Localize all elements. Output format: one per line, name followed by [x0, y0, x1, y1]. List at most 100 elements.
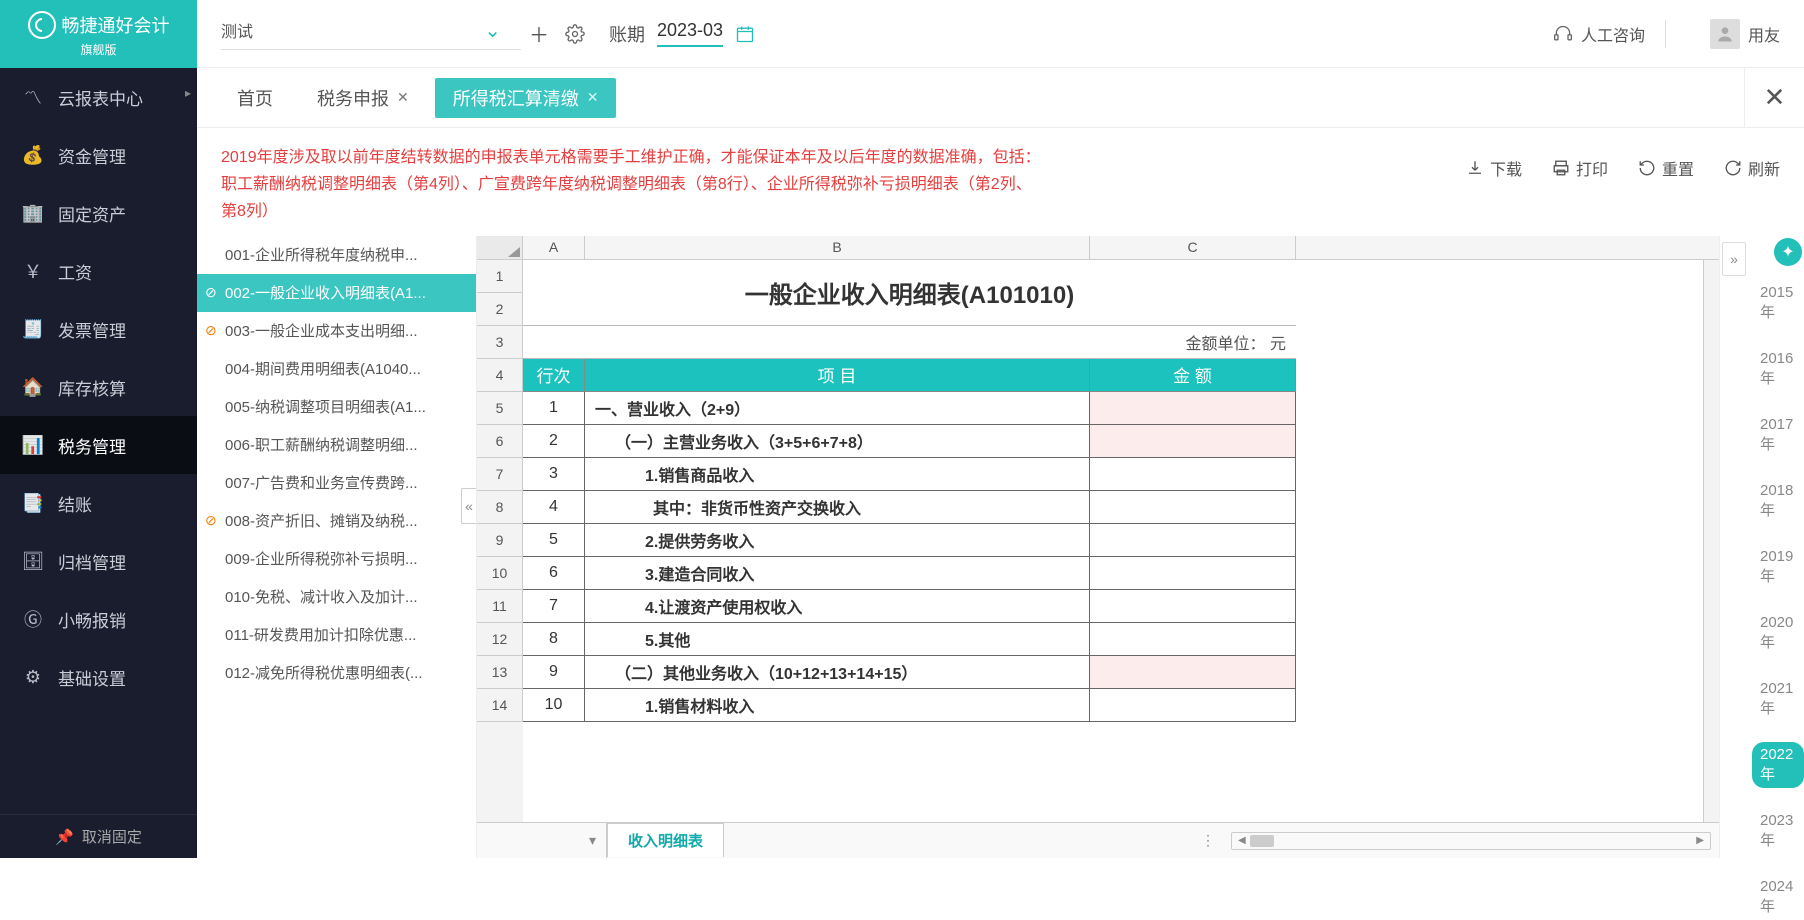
sheet-tab-menu[interactable]: ▾	[477, 823, 607, 858]
cell-item[interactable]: 3.建造合同收入	[585, 557, 1090, 590]
calendar-icon[interactable]	[735, 24, 755, 44]
cell-amount[interactable]	[1090, 392, 1296, 425]
row-header[interactable]: 7	[477, 458, 523, 491]
cell-line[interactable]: 4	[523, 491, 585, 524]
row-header[interactable]: 12	[477, 623, 523, 656]
form-item-2[interactable]: ⊘003-一般企业成本支出明细...	[197, 312, 476, 350]
sidebar-item-8[interactable]: 🗄 归档管理	[0, 532, 197, 590]
sidebar-pin-toggle[interactable]: 📌 取消固定	[0, 814, 197, 858]
row-header[interactable]: 5	[477, 392, 523, 425]
close-all-tabs[interactable]: ✕	[1744, 68, 1804, 128]
row-header[interactable]: 10	[477, 557, 523, 590]
row-header[interactable]: 1	[477, 260, 523, 293]
reset-button[interactable]: 重置	[1638, 156, 1694, 180]
year-option[interactable]: 2022年	[1752, 742, 1804, 788]
close-icon[interactable]: ✕	[397, 89, 409, 106]
tab-2[interactable]: 所得税汇算清缴✕	[435, 78, 617, 118]
form-item-0[interactable]: 001-企业所得税年度纳税申...	[197, 236, 476, 274]
row-header[interactable]: 14	[477, 689, 523, 722]
cell-line[interactable]: 8	[523, 623, 585, 656]
download-button[interactable]: 下载	[1466, 156, 1522, 180]
support-button[interactable]: 人工咨询	[1553, 22, 1645, 46]
year-option[interactable]: 2015年	[1752, 280, 1804, 326]
cell-item[interactable]: （一）主营业务收入（3+5+6+7+8）	[585, 425, 1090, 458]
cell-line[interactable]: 1	[523, 392, 585, 425]
row-header[interactable]: 6	[477, 425, 523, 458]
form-item-8[interactable]: 009-企业所得税弥补亏损明...	[197, 540, 476, 578]
cell-item[interactable]: 1.销售材料收入	[585, 689, 1090, 722]
user-menu[interactable]: 用友	[1710, 19, 1780, 49]
year-option[interactable]: 2018年	[1752, 478, 1804, 524]
form-item-9[interactable]: 010-免税、减计收入及加计...	[197, 578, 476, 616]
sidebar-item-5[interactable]: 🏠 库存核算	[0, 358, 197, 416]
cell-line[interactable]: 9	[523, 656, 585, 689]
cell-line[interactable]: 7	[523, 590, 585, 623]
cell-item[interactable]: 1.销售商品收入	[585, 458, 1090, 491]
tab-0[interactable]: 首页	[219, 78, 291, 118]
row-header[interactable]: 13	[477, 656, 523, 689]
cell-line[interactable]: 10	[523, 689, 585, 722]
sidebar-item-6[interactable]: 📊 税务管理	[0, 416, 197, 474]
row-header[interactable]: 8	[477, 491, 523, 524]
period-value[interactable]: 2023-03	[657, 20, 723, 47]
form-item-7[interactable]: ⊘008-资产折旧、摊销及纳税...	[197, 502, 476, 540]
print-button[interactable]: 打印	[1552, 156, 1608, 180]
form-item-11[interactable]: 012-减免所得税优惠明细表(...	[197, 654, 476, 692]
sheet-more-icon[interactable]: ⋮	[1187, 832, 1231, 849]
org-select[interactable]: 测试 ⌄	[221, 18, 521, 50]
cell-amount[interactable]	[1090, 689, 1296, 722]
form-item-4[interactable]: 005-纳税调整项目明细表(A1...	[197, 388, 476, 426]
year-option[interactable]: 2016年	[1752, 346, 1804, 392]
cell-item[interactable]: 4.让渡资产使用权收入	[585, 590, 1090, 623]
cell-amount[interactable]	[1090, 557, 1296, 590]
cell-amount[interactable]	[1090, 524, 1296, 557]
cell-item[interactable]: 一、营业收入（2+9）	[585, 392, 1090, 425]
sidebar-item-3[interactable]: ￥ 工资	[0, 242, 197, 300]
year-option[interactable]: 2020年	[1752, 610, 1804, 656]
col-header-A[interactable]: A	[523, 236, 585, 259]
form-item-1[interactable]: ⊘002-一般企业收入明细表(A1...	[197, 274, 476, 312]
expand-years-handle[interactable]: »	[1722, 242, 1746, 276]
form-item-5[interactable]: 006-职工薪酬纳税调整明细...	[197, 426, 476, 464]
add-icon[interactable]: ＋	[521, 16, 557, 52]
cell-amount[interactable]	[1090, 590, 1296, 623]
col-header-B[interactable]: B	[585, 236, 1090, 259]
year-option[interactable]: 2017年	[1752, 412, 1804, 458]
row-header[interactable]: 2	[477, 293, 523, 326]
cell-item[interactable]: （二）其他业务收入（10+12+13+14+15）	[585, 656, 1090, 689]
col-header-C[interactable]: C	[1090, 236, 1296, 259]
vertical-scrollbar[interactable]	[1703, 260, 1719, 822]
cell-amount[interactable]	[1090, 656, 1296, 689]
sidebar-item-4[interactable]: 🧾 发票管理	[0, 300, 197, 358]
cell-amount[interactable]	[1090, 623, 1296, 656]
tab-1[interactable]: 税务申报✕	[299, 78, 427, 118]
help-badge-icon[interactable]: ✦	[1774, 238, 1802, 266]
cell-amount[interactable]	[1090, 425, 1296, 458]
form-item-10[interactable]: 011-研发费用加计扣除优惠...	[197, 616, 476, 654]
year-option[interactable]: 2023年	[1752, 808, 1804, 854]
form-item-3[interactable]: 004-期间费用明细表(A1040...	[197, 350, 476, 388]
collapse-forms-handle[interactable]: «	[461, 488, 477, 524]
sidebar-item-0[interactable]: 〽 云报表中心▸	[0, 68, 197, 126]
sheet-select-all[interactable]	[477, 236, 523, 259]
row-header[interactable]: 4	[477, 359, 523, 392]
cell-item[interactable]: 其中：非货币性资产交换收入	[585, 491, 1090, 524]
cell-line[interactable]: 6	[523, 557, 585, 590]
refresh-button[interactable]: 刷新	[1724, 156, 1780, 180]
close-icon[interactable]: ✕	[587, 89, 599, 106]
sidebar-item-10[interactable]: ⚙ 基础设置	[0, 648, 197, 706]
cell-amount[interactable]	[1090, 458, 1296, 491]
sidebar-item-9[interactable]: Ⓖ 小畅报销	[0, 590, 197, 648]
sheet-tab-active[interactable]: 收入明细表	[607, 823, 724, 857]
cell-item[interactable]: 2.提供劳务收入	[585, 524, 1090, 557]
cell-line[interactable]: 5	[523, 524, 585, 557]
row-header[interactable]: 3	[477, 326, 523, 359]
row-header[interactable]: 9	[477, 524, 523, 557]
horizontal-scrollbar[interactable]: ◀▶	[1231, 832, 1711, 850]
form-item-6[interactable]: 007-广告费和业务宣传费跨...	[197, 464, 476, 502]
year-option[interactable]: 2024年	[1752, 874, 1804, 920]
row-header[interactable]: 11	[477, 590, 523, 623]
cell-line[interactable]: 3	[523, 458, 585, 491]
year-option[interactable]: 2019年	[1752, 544, 1804, 590]
sidebar-item-2[interactable]: 🏢 固定资产	[0, 184, 197, 242]
